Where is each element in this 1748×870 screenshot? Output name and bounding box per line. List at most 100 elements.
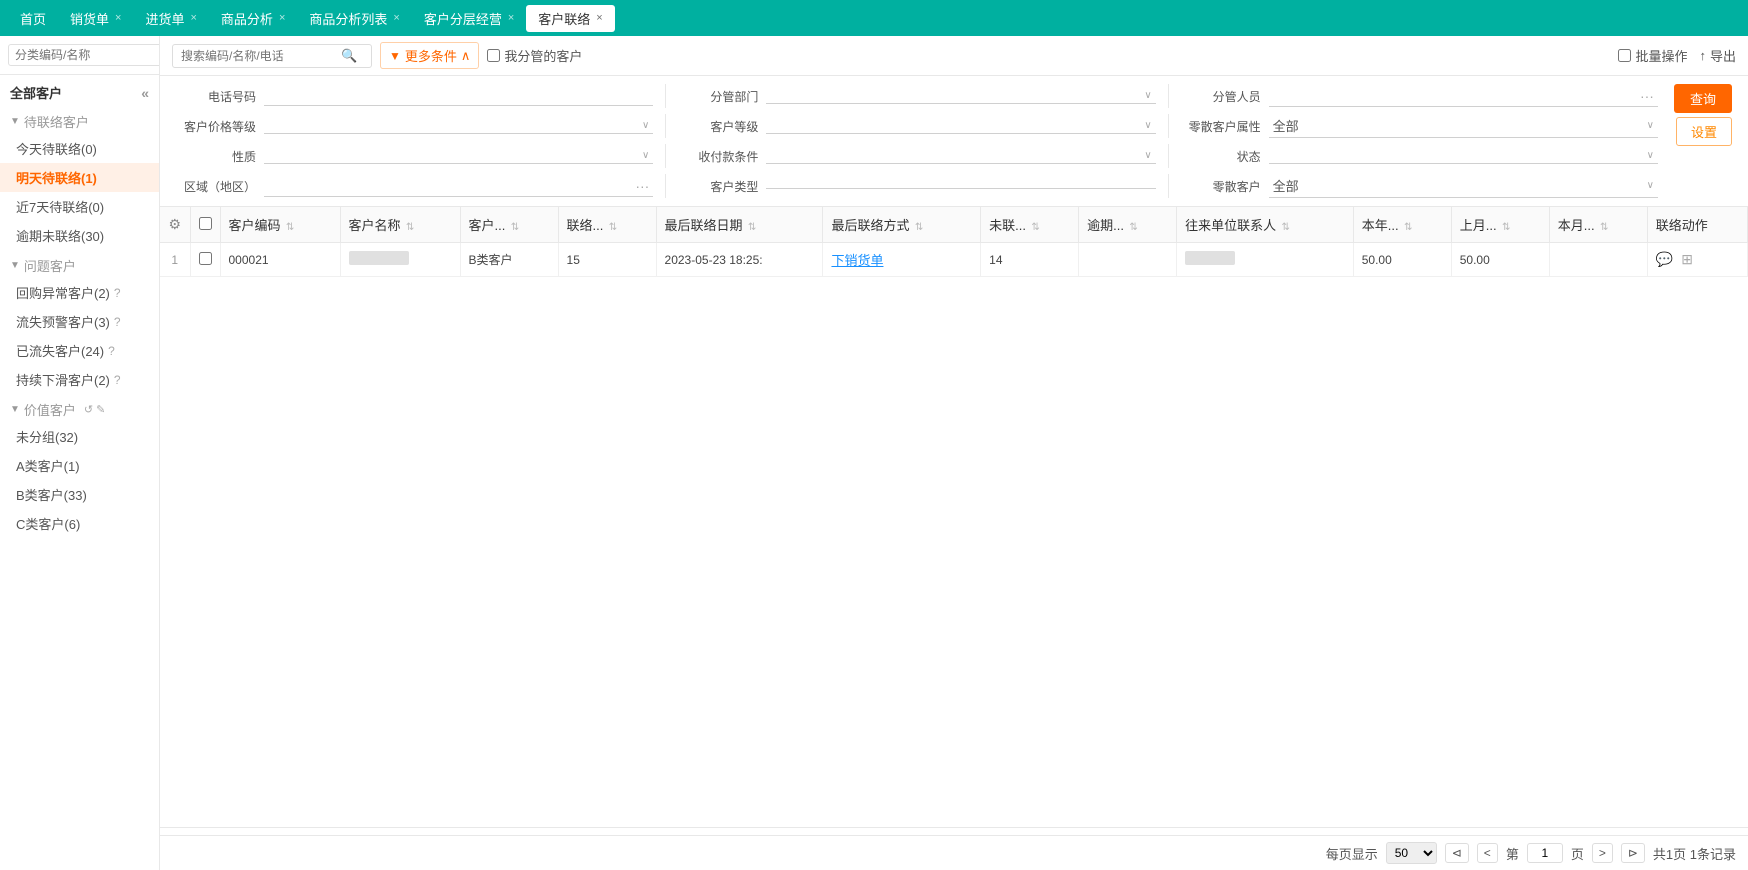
help-icon-4[interactable]: ? [114,373,121,387]
batch-op-checkbox[interactable] [1618,49,1631,62]
close-sales-order-icon[interactable]: × [115,12,121,24]
area-field: 区域（地区） ··· [176,176,653,197]
col-last-contact-date: 最后联络日期 ⇅ [656,207,823,243]
nav-product-analysis-list[interactable]: 商品分析列表 × [297,5,411,32]
query-button[interactable]: 查询 [1674,84,1732,113]
col-last-contact-method: 最后联络方式 ⇅ [823,207,981,243]
person-select[interactable]: ··· [1269,86,1658,107]
horizontal-scrollbar[interactable] [160,827,1748,835]
col-settings[interactable]: ⚙ [160,207,190,243]
prev-page-button[interactable]: < [1477,843,1498,863]
export-button[interactable]: ↑ 导出 [1699,46,1736,65]
column-settings-icon[interactable]: ⚙ [168,216,181,232]
settings-button[interactable]: 设置 [1676,117,1732,146]
phone-input[interactable] [264,87,653,106]
col-customer-code: 客户编码 ⇅ [220,207,340,243]
sidebar-item-churn-warning[interactable]: 流失预警客户(3) ? [0,307,159,336]
sort-method-icon[interactable]: ⇅ [915,222,923,233]
next-page-button[interactable]: > [1592,843,1613,863]
sort-type-icon[interactable]: ⇅ [511,222,519,233]
contact-method-link[interactable]: 下销货单 [831,253,883,268]
sort-month-icon[interactable]: ⇅ [1600,222,1608,233]
nav-home[interactable]: 首页 [8,5,58,32]
sort-name-icon[interactable]: ⇅ [406,222,414,233]
customer-type-select[interactable] [766,184,1155,189]
sort-contact-icon[interactable]: ⇅ [609,222,617,233]
sort-last-month-icon[interactable]: ⇅ [1502,222,1510,233]
col-this-year: 本年... ⇅ [1353,207,1451,243]
close-product-analysis-list-icon[interactable]: × [393,12,399,24]
first-page-button[interactable]: ⊲ [1445,843,1469,863]
customer-price-level-select[interactable]: ∨ [264,118,653,134]
collapse-icon[interactable]: « [141,85,149,101]
row-customer-code: 000021 [220,243,340,277]
table-header-row: ⚙ 客户编码 ⇅ 客户名称 ⇅ [160,207,1748,243]
sidebar-item-a-class[interactable]: A类客户(1) [0,451,159,480]
row-unit-contact [1177,243,1354,277]
nav-sales-order[interactable]: 销货单 × [58,5,133,32]
search-icon[interactable]: 🔍 [341,48,357,64]
refresh-icon[interactable]: ↺ [84,403,93,416]
sidebar-item-overdue-contact[interactable]: 逾期未联络(30) [0,221,159,250]
sidebar-item-lost-customers[interactable]: 已流失客户(24) ? [0,336,159,365]
nav-purchase-order[interactable]: 进货单 × [133,5,208,32]
edit-value-icon[interactable]: ✎ [96,403,105,416]
last-page-button[interactable]: ⊳ [1621,843,1645,863]
sort-code-icon[interactable]: ⇅ [286,222,294,233]
nav-customer-segmentation[interactable]: 客户分层经营 × [412,5,526,32]
all-customers-title[interactable]: 全部客户 « [0,75,159,106]
nav-customer-contact[interactable]: 客户联络 × [526,5,614,32]
batch-op-button[interactable]: 批量操作 [1618,46,1687,65]
chat-action-icon[interactable]: 💬 [1656,251,1673,268]
col-checkbox [190,207,220,243]
sidebar-item-7days-contact[interactable]: 近7天待联络(0) [0,192,159,221]
retail-attr-select[interactable]: 全部 ∨ [1269,114,1658,138]
customer-level-select[interactable]: ∨ [766,118,1155,134]
area-select[interactable]: ··· [264,176,653,197]
filter-button[interactable]: ▼ 更多条件 ∧ [380,42,479,69]
phone-field: 电话号码 [176,87,653,106]
sidebar-search-input[interactable] [8,44,160,66]
pending-arrow-icon: ▼ [10,116,20,127]
sort-overdue-icon[interactable]: ⇅ [1129,222,1137,233]
sort-unit-icon[interactable]: ⇅ [1282,222,1290,233]
filter-panel: 电话号码 分管部门 ∨ 分管人员 [160,76,1748,207]
close-product-analysis-icon[interactable]: × [279,12,285,24]
close-customer-contact-icon[interactable]: × [596,12,602,24]
select-all-checkbox[interactable] [199,217,212,230]
sort-date-icon[interactable]: ⇅ [748,222,756,233]
dept-field: 分管部门 ∨ [678,88,1155,105]
sidebar-item-tomorrow-contact[interactable]: 明天待联络(1) [0,163,159,192]
gender-select[interactable]: ∨ [264,148,653,164]
search-input[interactable] [181,49,341,63]
dept-select[interactable]: ∨ [766,88,1155,104]
sort-not-contacted-icon[interactable]: ⇅ [1031,222,1039,233]
page-size-select[interactable]: 50 100 200 [1386,842,1437,864]
sidebar-item-b-class[interactable]: B类客户(33) [0,480,159,509]
sidebar-item-declining-customers[interactable]: 持续下滑客户(2) ? [0,365,159,394]
retail-customer-arrow-icon: ∨ [1647,180,1654,191]
row-checkbox[interactable] [199,252,212,265]
page-input[interactable] [1527,843,1563,863]
payment-select[interactable]: ∨ [766,148,1155,164]
help-icon-1[interactable]: ? [114,286,121,300]
close-purchase-order-icon[interactable]: × [190,12,196,24]
help-icon-3[interactable]: ? [108,344,115,358]
sidebar-item-repurchase-abnormal[interactable]: 回购异常客户(2) ? [0,278,159,307]
retail-customer-select[interactable]: 全部 ∨ [1269,174,1658,198]
problem-group-title: ▼ 问题客户 [0,250,159,278]
status-select[interactable]: ∨ [1269,148,1658,164]
nav-product-analysis[interactable]: 商品分析 × [209,5,297,32]
area-more-icon[interactable]: ··· [635,178,649,194]
sort-year-icon[interactable]: ⇅ [1404,222,1412,233]
qr-action-icon[interactable]: ⊞ [1681,251,1693,268]
sidebar-item-today-contact[interactable]: 今天待联络(0) [0,134,159,163]
unit-contact-masked [1185,251,1235,265]
sidebar-item-c-class[interactable]: C类客户(6) [0,509,159,538]
person-more-icon[interactable]: ··· [1640,88,1654,104]
help-icon-2[interactable]: ? [114,315,121,329]
sidebar-item-ungrouped[interactable]: 未分组(32) [0,422,159,451]
retail-customer-field: 零散客户 全部 ∨ [1181,174,1658,198]
close-customer-segmentation-icon[interactable]: × [508,12,514,24]
my-customers-checkbox[interactable] [487,49,500,62]
